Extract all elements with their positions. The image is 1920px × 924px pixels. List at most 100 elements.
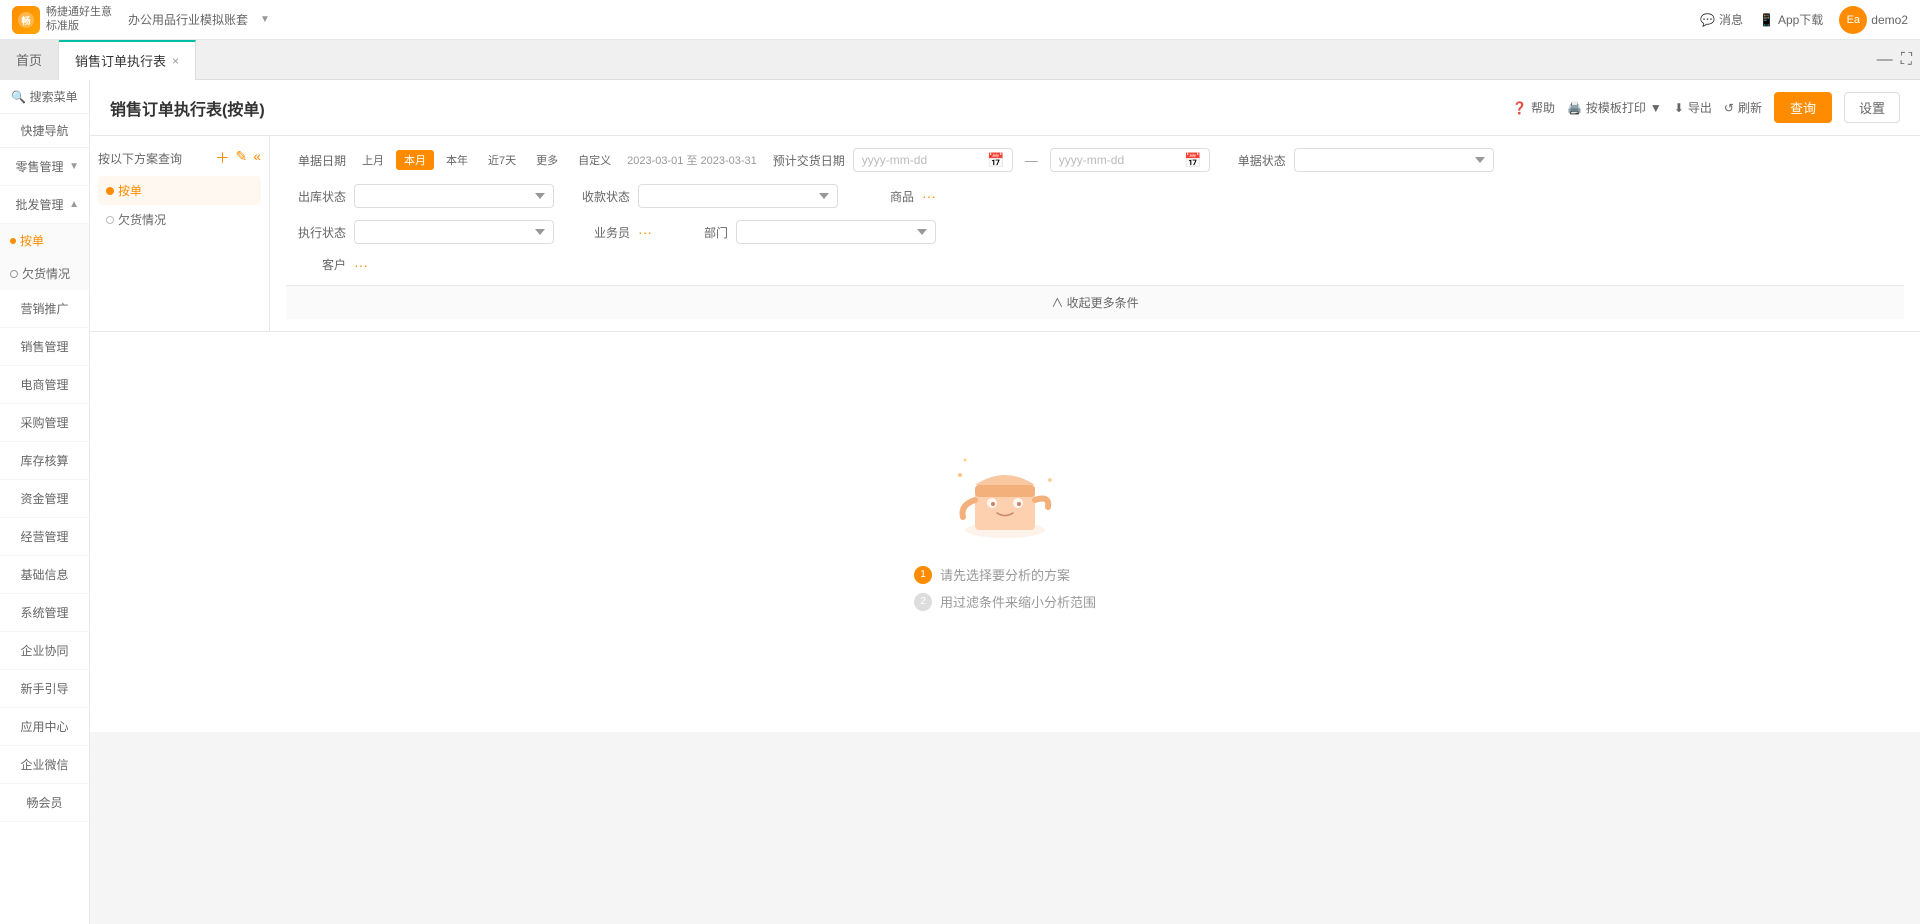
filter-row-2: 出库状态 收款状态 商品 ···	[286, 184, 1904, 208]
wholesale-arrow: ▲	[69, 199, 79, 210]
sidebar-item-wechat[interactable]: 企业微信	[0, 746, 89, 784]
empty-step-2: 2 用过滤条件来缩小分析范围	[914, 592, 1096, 611]
top-bar-left: 畅 畅捷通好生意 标准版 办公用品行业模拟账套 ▼	[12, 6, 270, 34]
tab-close-btn[interactable]: ×	[172, 54, 179, 68]
collapse-bar[interactable]: ∧ 收起更多条件	[286, 285, 1904, 319]
page-header-actions: ❓ 帮助 🖨️ 按模板打印 ▼ ⬇ 导出 ↺ 刷新 查询 设置	[1512, 92, 1900, 123]
filter-conditions: 单据日期 上月 本月 本年 近7天 更多 自定义 2023-03-01 至 20…	[270, 136, 1920, 331]
salesman-more-btn[interactable]: ···	[638, 224, 652, 240]
sidebar-item-purchase[interactable]: 采购管理	[0, 404, 89, 442]
filter-group-salesman: 业务员 ···	[570, 224, 652, 241]
edit-scheme-btn[interactable]: ✎	[235, 148, 247, 168]
sidebar-sub-item-backorder[interactable]: 欠货情况	[0, 257, 89, 290]
scheme-item-backorder[interactable]: 欠货情况	[98, 205, 261, 234]
date-range-text: 2023-03-01 至 2023-03-31	[627, 152, 757, 168]
tab-bar: 首页 销售订单执行表 × — ⛶	[0, 40, 1920, 80]
app-dropdown-arrow[interactable]: ▼	[260, 14, 270, 25]
date-tab-last7days[interactable]: 近7天	[480, 150, 524, 170]
tab-home[interactable]: 首页	[0, 40, 59, 80]
date-tab-thismonth[interactable]: 本月	[396, 150, 434, 170]
query-btn[interactable]: 查询	[1774, 92, 1832, 123]
empty-state: 1 请先选择要分析的方案 2 用过滤条件来缩小分析范围	[90, 332, 1920, 732]
scheme-item-order[interactable]: 按单	[98, 176, 261, 205]
refresh-btn[interactable]: ↺ 刷新	[1724, 99, 1762, 116]
expected-date-end: 📅	[1050, 148, 1210, 172]
print-btn[interactable]: 🖨️ 按模板打印 ▼	[1567, 99, 1662, 116]
sidebar-item-wholesale[interactable]: 批发管理 ▲	[0, 186, 89, 224]
filter-row-4: 客户 ···	[286, 256, 1904, 273]
calendar-icon-end[interactable]: 📅	[1184, 152, 1201, 169]
print-dropdown-arrow[interactable]: ▼	[1650, 101, 1662, 115]
filter-scheme-panel: 按以下方案查询 ＋ ✎ « 按单 欠货情况	[90, 136, 270, 331]
active-dot	[10, 238, 16, 244]
tab-bar-actions: — ⛶	[1877, 51, 1920, 69]
sidebar-sub-item-order[interactable]: 按单	[0, 224, 89, 257]
date-tab-more[interactable]: 更多	[528, 150, 566, 170]
collapse-scheme-btn[interactable]: «	[253, 148, 261, 168]
step-num-2: 2	[914, 593, 932, 611]
collapse-icon: ∧	[1051, 296, 1063, 310]
empty-illustration	[945, 445, 1065, 545]
tab-active[interactable]: 销售订单执行表 ×	[59, 40, 196, 80]
refresh-icon: ↺	[1724, 101, 1734, 115]
filter-group-expected-date: 预计交货日期 📅 — 📅	[773, 148, 1210, 172]
sidebar-shortcut[interactable]: 快捷导航	[0, 114, 89, 148]
customer-more-btn[interactable]: ···	[354, 257, 368, 273]
filter-group-date: 单据日期 上月 本月 本年 近7天 更多 自定义 2023-03-01 至 20…	[286, 150, 757, 170]
top-bar-right: 💬 消息 📱 App下载 Ea demo2	[1700, 6, 1908, 34]
sidebar-item-app-center[interactable]: 应用中心	[0, 708, 89, 746]
logo-text: 畅捷通好生意 标准版	[46, 6, 112, 32]
sidebar-item-sales[interactable]: 销售管理	[0, 328, 89, 366]
filter-group-collection: 收款状态	[570, 184, 838, 208]
date-tab-lastmonth[interactable]: 上月	[354, 150, 392, 170]
app-download-btn[interactable]: 📱 App下载	[1759, 11, 1823, 28]
user-profile[interactable]: Ea demo2	[1839, 6, 1908, 34]
sidebar-item-operations[interactable]: 经营管理	[0, 518, 89, 556]
sidebar-item-finance[interactable]: 资金管理	[0, 480, 89, 518]
sidebar-item-ecommerce[interactable]: 电商管理	[0, 366, 89, 404]
calendar-icon-start[interactable]: 📅	[987, 152, 1004, 169]
status-select[interactable]	[1294, 148, 1494, 172]
empty-steps: 1 请先选择要分析的方案 2 用过滤条件来缩小分析范围	[914, 565, 1096, 619]
retail-arrow: ▼	[69, 161, 79, 172]
print-icon: 🖨️	[1567, 101, 1582, 115]
export-btn[interactable]: ⬇ 导出	[1674, 99, 1712, 116]
scheme-dot	[106, 216, 114, 224]
sidebar-item-marketing[interactable]: 营销推广	[0, 290, 89, 328]
date-tab-thisyear[interactable]: 本年	[438, 150, 476, 170]
sidebar-item-cooperation[interactable]: 企业协同	[0, 632, 89, 670]
sidebar-item-retail[interactable]: 零售管理 ▼	[0, 148, 89, 186]
export-icon: ⬇	[1674, 101, 1684, 115]
logo-area: 畅 畅捷通好生意 标准版	[12, 6, 112, 34]
logo-icon: 畅	[12, 6, 40, 34]
goods-more-btn[interactable]: ···	[922, 188, 936, 204]
sidebar-item-inventory[interactable]: 库存核算	[0, 442, 89, 480]
settings-btn[interactable]: 设置	[1844, 92, 1900, 123]
sidebar-item-newbie[interactable]: 新手引导	[0, 670, 89, 708]
add-scheme-btn[interactable]: ＋	[215, 148, 229, 168]
sidebar: 🔍 搜索菜单 快捷导航 零售管理 ▼ 批发管理 ▲ 按单 欠货情况 营销推	[0, 80, 90, 924]
tab-minimize-btn[interactable]: —	[1877, 51, 1893, 69]
step-num-1: 1	[914, 566, 932, 584]
avatar: Ea	[1839, 6, 1867, 34]
date-tab-group: 上月 本月 本年 近7天 更多 自定义	[354, 150, 619, 170]
inactive-dot	[10, 270, 18, 278]
collection-select[interactable]	[638, 184, 838, 208]
department-select[interactable]	[736, 220, 936, 244]
execution-select[interactable]	[354, 220, 554, 244]
sidebar-item-system[interactable]: 系统管理	[0, 594, 89, 632]
main-container: 🔍 搜索菜单 快捷导航 零售管理 ▼ 批发管理 ▲ 按单 欠货情况 营销推	[0, 80, 1920, 924]
filter-group-execution: 执行状态	[286, 220, 554, 244]
message-btn[interactable]: 💬 消息	[1700, 11, 1743, 28]
expected-date-start: 📅	[853, 148, 1013, 172]
date-tab-custom[interactable]: 自定义	[570, 150, 619, 170]
svg-text:畅: 畅	[21, 15, 30, 26]
warehouse-select[interactable]	[354, 184, 554, 208]
sidebar-item-member[interactable]: 畅会员	[0, 784, 89, 822]
sidebar-item-basic-info[interactable]: 基础信息	[0, 556, 89, 594]
help-btn[interactable]: ❓ 帮助	[1512, 99, 1555, 116]
filter-row-1: 单据日期 上月 本月 本年 近7天 更多 自定义 2023-03-01 至 20…	[286, 148, 1904, 172]
tab-maximize-btn[interactable]: ⛶	[1901, 51, 1912, 69]
scheme-active-dot	[106, 187, 114, 195]
sidebar-search[interactable]: 🔍 搜索菜单	[0, 80, 89, 114]
